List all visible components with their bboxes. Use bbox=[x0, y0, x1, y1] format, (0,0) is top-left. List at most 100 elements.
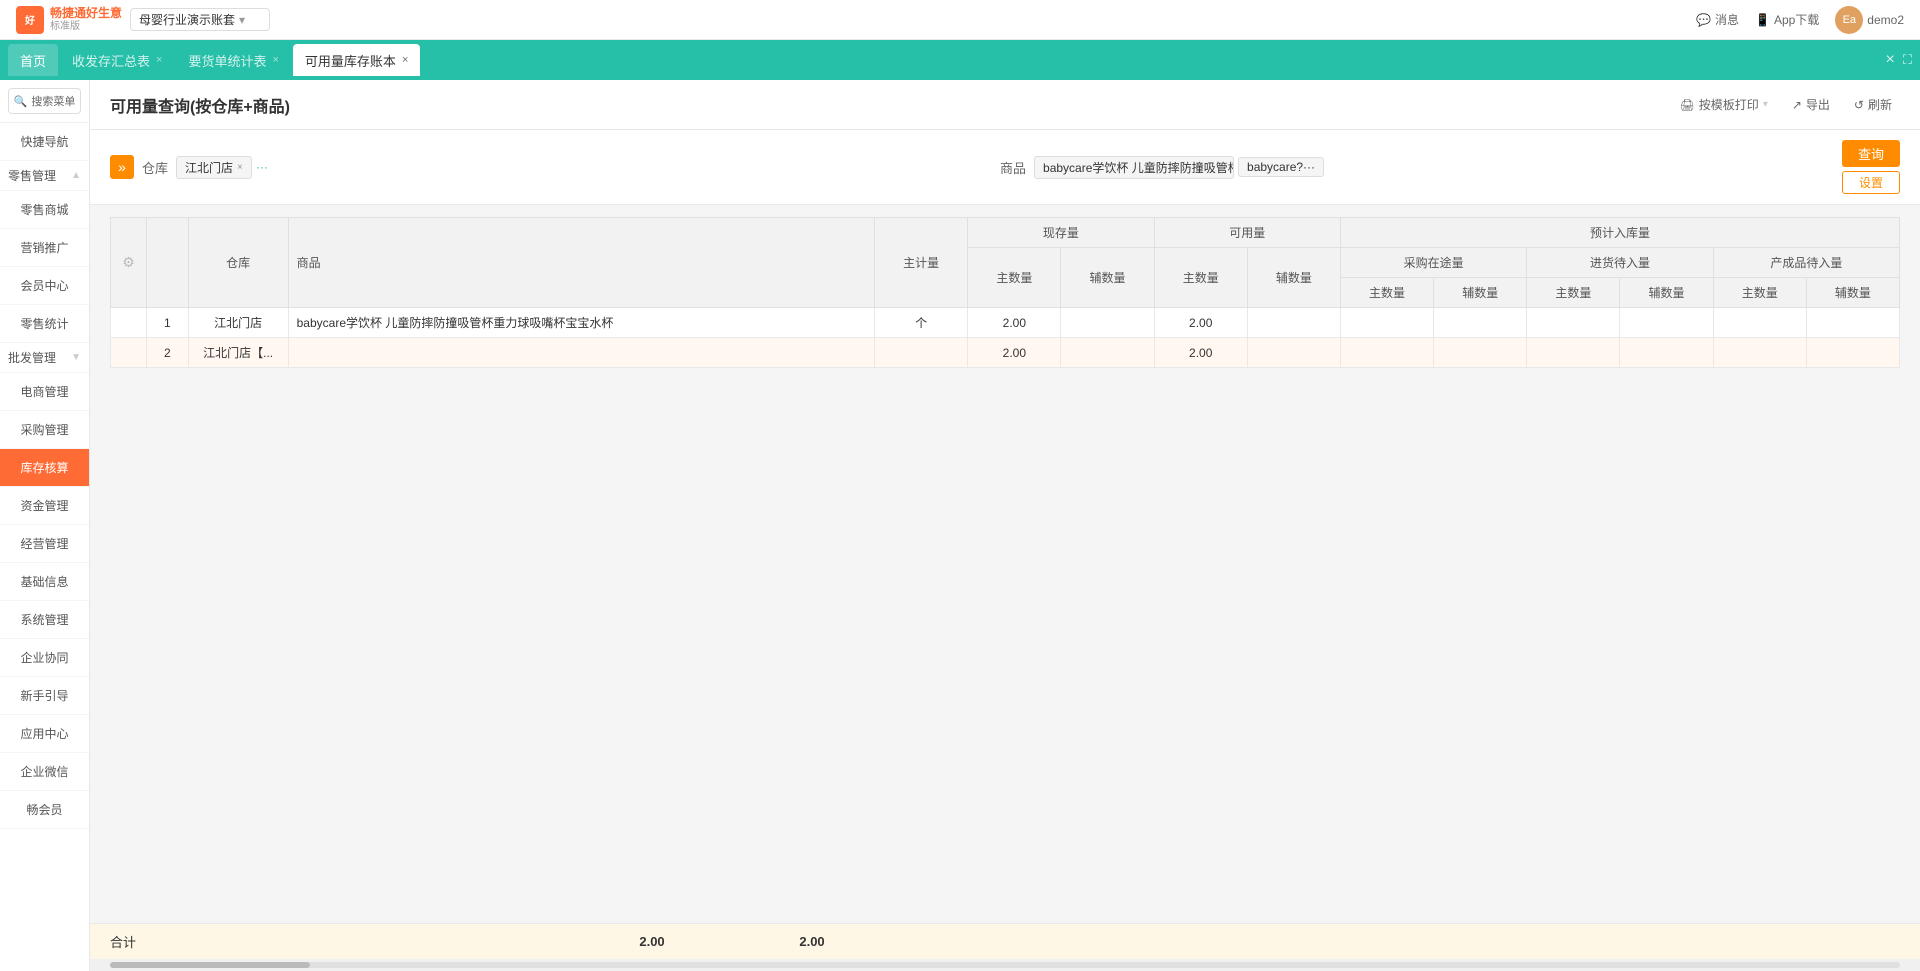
cell-unit-1 bbox=[875, 338, 968, 368]
main-layout: 🔍 搜索菜单 快捷导航 零售管理 ▲ 零售商城 营销推广 会员中心 零售统计 批… bbox=[0, 80, 1920, 971]
th-stock-sub: 辅数量 bbox=[1061, 248, 1154, 308]
sidebar-item-marketing[interactable]: 营销推广 bbox=[0, 229, 89, 267]
tab-receive[interactable]: 收发存汇总表 × bbox=[60, 44, 174, 76]
search-menu-button[interactable]: 🔍 搜索菜单 bbox=[8, 88, 81, 114]
product-tag-1[interactable]: babycare学饮杯 儿童防摔防撞吸管杯重力球吸嘴杯宝宝水杯 × bbox=[1034, 156, 1234, 179]
sidebar-item-label: 库存核算 bbox=[20, 461, 68, 475]
sidebar-item-member2[interactable]: 畅会员 bbox=[0, 791, 89, 829]
sidebar-item-retail-store[interactable]: 零售商城 bbox=[0, 191, 89, 229]
cell-pp-sub-1 bbox=[1806, 338, 1899, 368]
refresh-icon: ↺ bbox=[1854, 98, 1864, 112]
th-stock-main: 主数量 bbox=[968, 248, 1061, 308]
content-area: 可用量查询(按仓库+商品) 🖨 按模板打印 ▾ ↗ 导出 ↺ 刷新 bbox=[90, 80, 1920, 971]
th-product: 商品 bbox=[288, 218, 874, 308]
sidebar-item-label: 系统管理 bbox=[20, 613, 68, 627]
chevron-icon: ▼ bbox=[71, 352, 81, 363]
filter-expand-button[interactable]: » bbox=[110, 155, 134, 179]
print-button[interactable]: 🖨 按模板打印 ▾ bbox=[1672, 92, 1776, 117]
tab-order[interactable]: 要货单统计表 × bbox=[176, 44, 290, 76]
cell-product-0: babycare学饮杯 儿童防摔防撞吸管杯重力球吸嘴杯宝宝水杯 bbox=[288, 308, 874, 338]
sidebar-item-label: 零售统计 bbox=[20, 317, 68, 331]
th-purchase-in-group: 预计入库量 bbox=[1340, 218, 1899, 248]
data-table: ⚙ 仓库 商品 主计量 现存量 可用量 预计入库量 主数量 辅数量 主数量 bbox=[110, 217, 1900, 368]
cell-row-num-1: 2 bbox=[147, 338, 189, 368]
th-available-sub: 辅数量 bbox=[1247, 248, 1340, 308]
expand-icon: » bbox=[118, 159, 126, 175]
cell-available-main-1: 2.00 bbox=[1154, 338, 1247, 368]
sidebar-item-label: 零售管理 bbox=[8, 167, 56, 184]
footer-available-main: 2.00 bbox=[772, 934, 852, 949]
close-all-button[interactable]: × bbox=[1886, 51, 1895, 69]
sidebar-item-member[interactable]: 会员中心 bbox=[0, 267, 89, 305]
cell-pow-main-0 bbox=[1340, 308, 1433, 338]
query-button[interactable]: 查询 bbox=[1842, 140, 1900, 167]
tab-home[interactable]: 首页 bbox=[8, 44, 58, 76]
th-available-group: 可用量 bbox=[1154, 218, 1340, 248]
scroll-thumb bbox=[110, 962, 310, 968]
sidebar-item-enterprise[interactable]: 企业协同 bbox=[0, 639, 89, 677]
chevron-down-icon: ▾ bbox=[239, 13, 245, 27]
sidebar-quick-nav-label: 快捷导航 bbox=[20, 135, 68, 149]
message-label: 消息 bbox=[1715, 11, 1739, 28]
phone-icon: 📱 bbox=[1755, 13, 1770, 27]
footer-values: 2.00 2.00 bbox=[152, 934, 1900, 949]
cell-warehouse-0: 江北门店 bbox=[188, 308, 288, 338]
warehouse-tag-close[interactable]: × bbox=[237, 162, 243, 173]
sidebar-item-basic[interactable]: 基础信息 bbox=[0, 563, 89, 601]
top-bar-right: 💬 消息 📱 App下载 Ea demo2 bbox=[1696, 6, 1904, 34]
warehouse-tag[interactable]: 江北门店 × bbox=[176, 156, 252, 179]
sidebar-item-label: 畅会员 bbox=[26, 803, 62, 817]
logo-icon: 好 bbox=[16, 6, 44, 34]
tab-receive-close[interactable]: × bbox=[156, 54, 162, 66]
th-stock-group: 现存量 bbox=[968, 218, 1154, 248]
export-button[interactable]: ↗ 导出 bbox=[1784, 92, 1838, 117]
sidebar-item-inventory[interactable]: 库存核算 bbox=[0, 449, 89, 487]
sidebar-item-label: 会员中心 bbox=[20, 279, 68, 293]
sidebar-item-label: 零售商城 bbox=[20, 203, 68, 217]
sidebar-item-finance[interactable]: 资金管理 bbox=[0, 487, 89, 525]
app-download-button[interactable]: 📱 App下载 bbox=[1755, 11, 1819, 28]
fullscreen-button[interactable]: ⛶ bbox=[1903, 52, 1912, 68]
sidebar-item-quick-nav[interactable]: 快捷导航 bbox=[0, 123, 89, 161]
th-available-main: 主数量 bbox=[1154, 248, 1247, 308]
scroll-track bbox=[110, 962, 1900, 968]
sidebar-item-label: 企业协同 bbox=[20, 651, 68, 665]
cell-gear-1 bbox=[111, 338, 147, 368]
filter-action-buttons: 查询 设置 bbox=[1842, 140, 1900, 194]
th-inbound-pending-main: 主数量 bbox=[1527, 278, 1620, 308]
sidebar-item-retail-stats[interactable]: 零售统计 bbox=[0, 305, 89, 343]
setting-button[interactable]: 设置 bbox=[1842, 171, 1900, 194]
sidebar-item-newbie[interactable]: 新手引导 bbox=[0, 677, 89, 715]
product-tag-2[interactable]: babycare?··· bbox=[1238, 157, 1324, 177]
th-product-pending-sub: 辅数量 bbox=[1806, 278, 1899, 308]
sidebar-item-purchase[interactable]: 采购管理 bbox=[0, 411, 89, 449]
industry-selector[interactable]: 母婴行业演示账套 ▾ bbox=[130, 8, 270, 31]
warehouse-more-button[interactable]: ··· bbox=[256, 160, 268, 174]
refresh-button[interactable]: ↺ 刷新 bbox=[1846, 92, 1900, 117]
sidebar-item-appstore[interactable]: 应用中心 bbox=[0, 715, 89, 753]
sidebar-item-label: 应用中心 bbox=[20, 727, 68, 741]
sidebar-item-wholesale-mgmt[interactable]: 批发管理 ▼ bbox=[0, 343, 89, 373]
sidebar-item-retail-mgmt[interactable]: 零售管理 ▲ bbox=[0, 161, 89, 191]
export-label: 导出 bbox=[1806, 96, 1830, 113]
message-button[interactable]: 💬 消息 bbox=[1696, 11, 1739, 28]
horizontal-scrollbar[interactable] bbox=[90, 959, 1920, 971]
tab-order-close[interactable]: × bbox=[272, 54, 278, 66]
sidebar-item-label: 资金管理 bbox=[20, 499, 68, 513]
tab-available-close[interactable]: × bbox=[402, 54, 408, 66]
sidebar-item-ecommerce[interactable]: 电商管理 bbox=[0, 373, 89, 411]
sidebar-item-ops[interactable]: 经营管理 bbox=[0, 525, 89, 563]
sidebar-item-system[interactable]: 系统管理 bbox=[0, 601, 89, 639]
search-icon: 🔍 bbox=[14, 95, 28, 108]
warehouse-tag-text: 江北门店 bbox=[185, 159, 233, 176]
logo-area: 好 畅捷通好生意 标准版 bbox=[16, 6, 122, 34]
gear-icon[interactable]: ⚙ bbox=[122, 254, 135, 270]
tab-available[interactable]: 可用量库存账本 × bbox=[293, 44, 420, 76]
tab-receive-label: 收发存汇总表 bbox=[72, 51, 150, 70]
sidebar-item-wecom[interactable]: 企业微信 bbox=[0, 753, 89, 791]
th-product-pending-main: 主数量 bbox=[1713, 278, 1806, 308]
user-profile[interactable]: Ea demo2 bbox=[1835, 6, 1904, 34]
cell-row-num: 1 bbox=[147, 308, 189, 338]
footer-stock-main: 2.00 bbox=[612, 934, 692, 949]
tab-order-label: 要货单统计表 bbox=[188, 51, 266, 70]
